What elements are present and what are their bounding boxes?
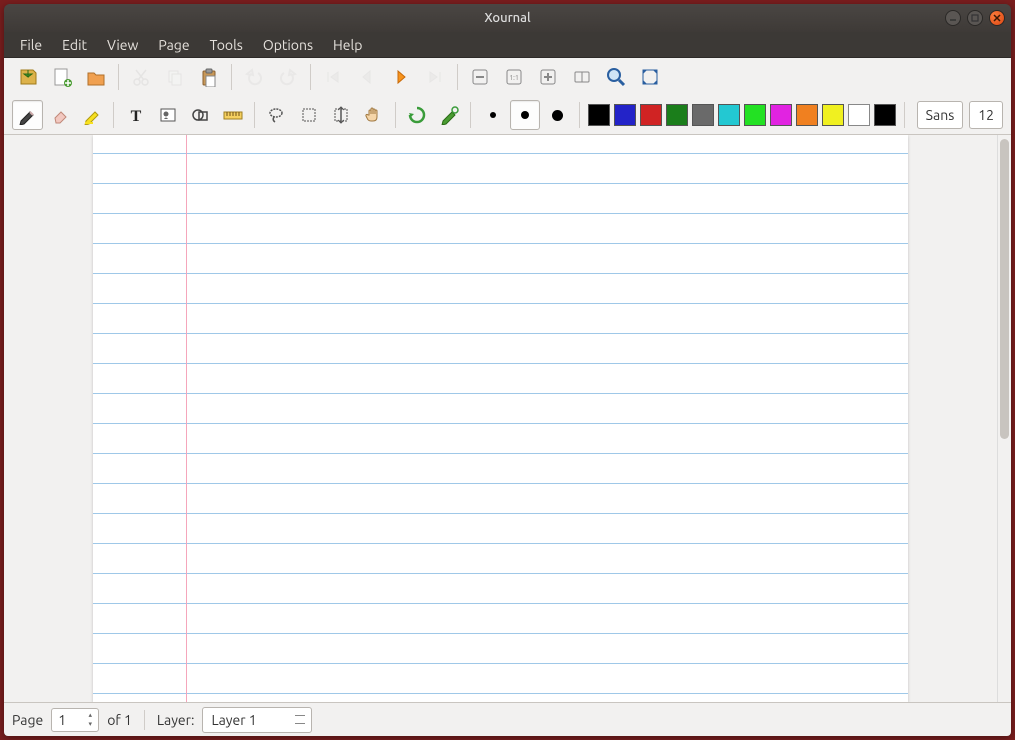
statusbar: Page 1 ▴▾ of 1 Layer: Layer 1 — [4, 702, 1011, 736]
menu-tools[interactable]: Tools — [200, 34, 253, 56]
magnifier-button[interactable] — [600, 62, 632, 92]
color-swatch-4[interactable] — [692, 104, 714, 126]
save-button[interactable] — [12, 62, 44, 92]
lasso-select-button[interactable] — [261, 100, 291, 130]
menu-edit[interactable]: Edit — [52, 34, 97, 56]
menu-page[interactable]: Page — [148, 34, 199, 56]
zoom-width-button[interactable] — [566, 62, 598, 92]
last-page-button[interactable] — [419, 62, 451, 92]
maximize-button[interactable] — [967, 10, 983, 26]
first-page-button[interactable] — [317, 62, 349, 92]
shape-tool-button[interactable] — [185, 100, 215, 130]
menu-view[interactable]: View — [97, 34, 148, 56]
zoom-out-button[interactable] — [464, 62, 496, 92]
hand-tool-button[interactable] — [358, 100, 388, 130]
page-number-input[interactable]: 1 ▴▾ — [51, 708, 99, 732]
font-name-label: Sans — [926, 107, 955, 123]
layer-selector[interactable]: Layer 1 — [202, 707, 312, 733]
menu-file[interactable]: File — [10, 34, 52, 56]
font-name-selector[interactable]: Sans — [917, 101, 964, 129]
thickness-thick-button[interactable] — [542, 100, 572, 130]
color-swatch-5[interactable] — [718, 104, 740, 126]
default-pen-button[interactable] — [402, 100, 432, 130]
menu-help[interactable]: Help — [323, 34, 372, 56]
menubar: File Edit View Page Tools Options Help — [4, 32, 1011, 58]
text-tool-button[interactable]: T — [120, 100, 150, 130]
page-label: Page — [12, 712, 43, 728]
eraser-tool-button[interactable] — [45, 100, 75, 130]
page-number-value: 1 — [58, 712, 66, 728]
rect-select-button[interactable] — [293, 100, 323, 130]
canvas-viewport[interactable] — [4, 135, 997, 702]
open-button[interactable] — [80, 62, 112, 92]
thickness-fine-button[interactable] — [477, 100, 507, 130]
thickness-medium-button[interactable] — [510, 100, 541, 130]
pen-tool-button[interactable] — [12, 100, 43, 130]
color-swatch-2[interactable] — [640, 104, 662, 126]
ruler-tool-button[interactable] — [218, 100, 248, 130]
layer-label: Layer: — [157, 712, 195, 728]
font-size-selector[interactable]: 12 — [969, 101, 1003, 129]
fullscreen-button[interactable] — [634, 62, 666, 92]
new-button[interactable] — [46, 62, 78, 92]
page-canvas[interactable] — [93, 135, 908, 702]
color-swatch-7[interactable] — [770, 104, 792, 126]
zoom-fit-button[interactable]: 1:1 — [498, 62, 530, 92]
image-tool-button[interactable] — [153, 100, 183, 130]
redo-button[interactable] — [272, 62, 304, 92]
canvas-area — [4, 135, 1011, 702]
color-swatch-11[interactable] — [874, 104, 896, 126]
zoom-in-button[interactable] — [532, 62, 564, 92]
page-of-label: of 1 — [107, 712, 132, 728]
color-swatch-9[interactable] — [822, 104, 844, 126]
svg-text:1:1: 1:1 — [509, 74, 519, 82]
color-swatch-3[interactable] — [666, 104, 688, 126]
menu-options[interactable]: Options — [253, 34, 323, 56]
cut-button[interactable] — [125, 62, 157, 92]
vertical-scrollbar[interactable] — [997, 135, 1011, 702]
vertical-space-button[interactable] — [326, 100, 356, 130]
color-swatch-6[interactable] — [744, 104, 766, 126]
prev-page-button[interactable] — [351, 62, 383, 92]
default-tool-button[interactable] — [434, 100, 464, 130]
color-swatch-0[interactable] — [588, 104, 610, 126]
undo-button[interactable] — [238, 62, 270, 92]
page-spin-up[interactable]: ▴ — [84, 711, 96, 720]
minimize-button[interactable] — [945, 10, 961, 26]
scroll-thumb[interactable] — [1000, 139, 1009, 439]
color-palette — [586, 104, 898, 126]
paste-button[interactable] — [193, 62, 225, 92]
color-swatch-1[interactable] — [614, 104, 636, 126]
titlebar: Xournal — [4, 4, 1011, 32]
toolbar-tools: T Sans 12 — [4, 96, 1011, 134]
page-spin-down[interactable]: ▾ — [84, 720, 96, 729]
font-size-label: 12 — [978, 107, 994, 123]
color-swatch-10[interactable] — [848, 104, 870, 126]
layer-value: Layer 1 — [211, 712, 256, 728]
highlighter-tool-button[interactable] — [77, 100, 107, 130]
next-page-button[interactable] — [385, 62, 417, 92]
window-title: Xournal — [484, 11, 530, 25]
close-button[interactable] — [989, 10, 1005, 26]
svg-text:T: T — [130, 108, 141, 125]
toolbar-main: 1:1 — [4, 58, 1011, 96]
color-swatch-8[interactable] — [796, 104, 818, 126]
copy-button[interactable] — [159, 62, 191, 92]
